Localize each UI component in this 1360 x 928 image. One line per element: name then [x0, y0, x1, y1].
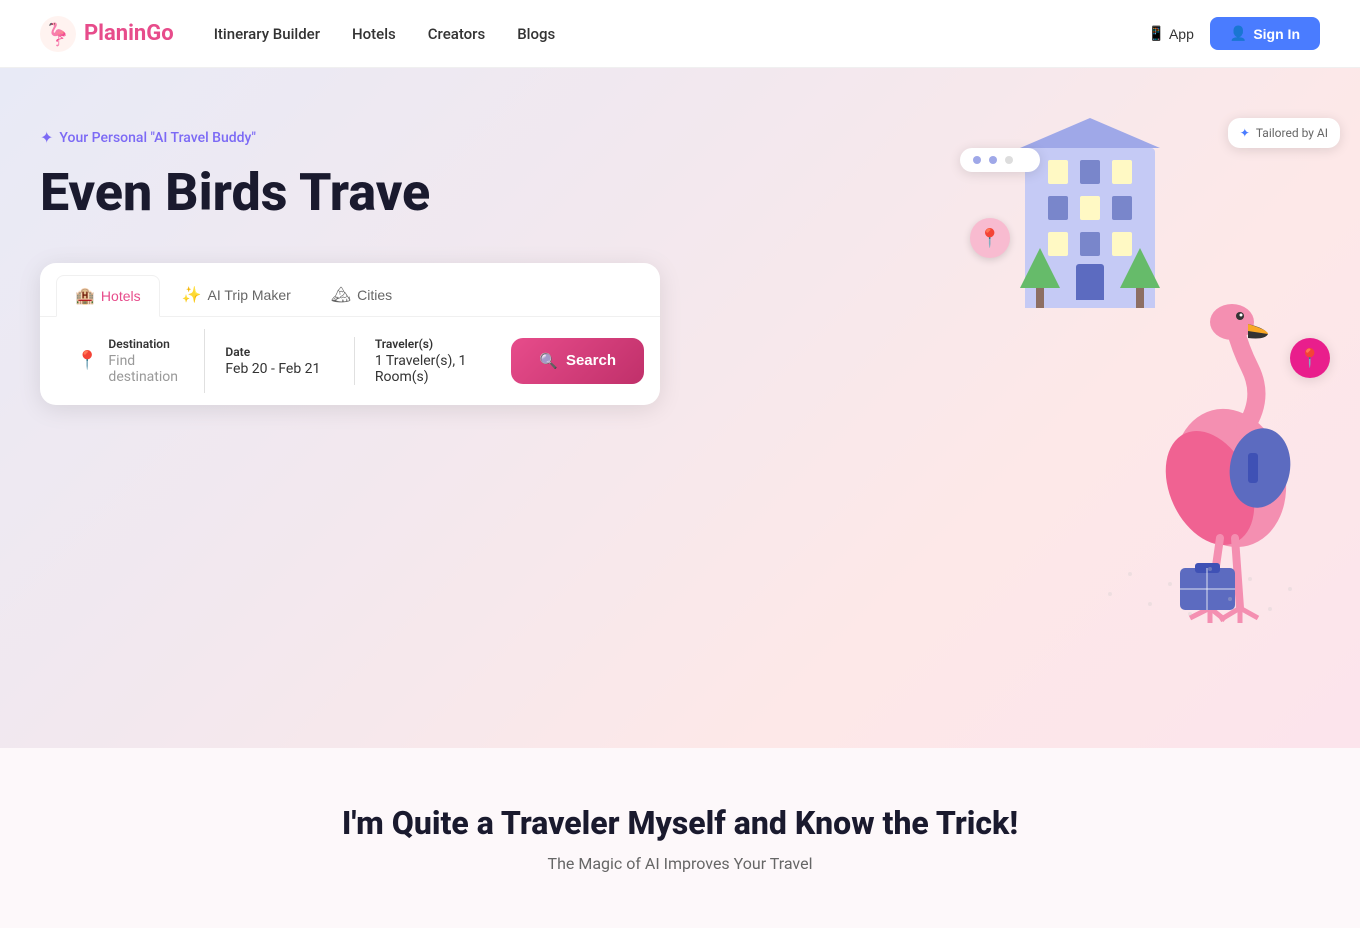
tab-hotels[interactable]: 🏨 Hotels: [56, 275, 160, 317]
hero-badge: ✦ Your Personal "AI Travel Buddy": [40, 128, 256, 147]
chat-dots-bubble: [960, 148, 1040, 172]
tab-cities[interactable]: 🏔 Cities: [313, 275, 410, 316]
nav-item-hotels[interactable]: Hotels: [352, 24, 396, 43]
phone-icon: 📱: [1148, 25, 1165, 42]
nav-item-itinerary[interactable]: Itinerary Builder: [214, 24, 320, 43]
app-button[interactable]: 📱 App: [1148, 25, 1194, 42]
search-fields: 📍 Destination Find destination Date Feb …: [40, 317, 660, 405]
hero-illustration: ✦ Tailored by AI 📍 📍: [960, 108, 1340, 668]
date-field[interactable]: Date Feb 20 - Feb 21: [205, 337, 354, 385]
search-tabs: 🏨 Hotels ✨ AI Trip Maker 🏔 Cities: [40, 263, 660, 317]
navbar-right: 📱 App 👤 Sign In: [1148, 17, 1320, 50]
nav-item-blogs[interactable]: Blogs: [517, 24, 555, 43]
user-icon: 👤: [1230, 25, 1247, 42]
tab-ai-trip[interactable]: ✨ AI Trip Maker: [164, 275, 309, 316]
logo-text: PlaninGo: [84, 21, 174, 46]
svg-text:🦩: 🦩: [44, 22, 71, 48]
destination-field[interactable]: 📍 Destination Find destination: [56, 329, 205, 393]
navbar-left: 🦩 PlaninGo Itinerary Builder Hotels Crea…: [40, 16, 555, 52]
navbar: 🦩 PlaninGo Itinerary Builder Hotels Crea…: [0, 0, 1360, 68]
destination-value: Find destination: [108, 353, 184, 385]
logo[interactable]: 🦩 PlaninGo: [40, 16, 174, 52]
nav-item-creators[interactable]: Creators: [428, 24, 485, 43]
spark-icon: ✦: [40, 128, 53, 147]
travelers-value: 1 Traveler(s), 1 Room(s): [375, 353, 483, 385]
bottom-section: I'm Quite a Traveler Myself and Know the…: [0, 748, 1360, 928]
travelers-field[interactable]: Traveler(s) 1 Traveler(s), 1 Room(s): [355, 329, 503, 393]
location-pin-left: 📍: [970, 218, 1010, 258]
nav-links: Itinerary Builder Hotels Creators Blogs: [214, 24, 556, 43]
search-icon: 🔍: [539, 352, 558, 370]
bottom-title: I'm Quite a Traveler Myself and Know the…: [342, 804, 1018, 842]
building-roof: [1020, 118, 1160, 148]
search-card: 🏨 Hotels ✨ AI Trip Maker 🏔 Cities 📍 Dest…: [40, 263, 660, 405]
travelers-label: Traveler(s): [375, 337, 483, 351]
signin-button[interactable]: 👤 Sign In: [1210, 17, 1320, 50]
date-value: Feb 20 - Feb 21: [225, 361, 333, 377]
tailored-bubble: ✦ Tailored by AI: [1228, 118, 1340, 148]
hero-title: Even Birds Trave: [40, 163, 660, 223]
date-label: Date: [225, 345, 333, 359]
ai-icon: ✨: [182, 285, 202, 305]
destination-label: Destination: [108, 337, 184, 351]
ai-star-icon: ✦: [1240, 126, 1250, 140]
hero-section: ✦ Your Personal "AI Travel Buddy" Even B…: [0, 68, 1360, 748]
hotel-icon: 🏨: [75, 286, 95, 306]
logo-icon: 🦩: [40, 16, 76, 52]
bottom-subtitle: The Magic of AI Improves Your Travel: [548, 854, 813, 873]
map-dots: [1100, 554, 1300, 638]
mountain-icon: 🏔: [331, 285, 351, 305]
search-button[interactable]: 🔍 Search: [511, 338, 644, 384]
hero-content: ✦ Your Personal "AI Travel Buddy" Even B…: [40, 128, 660, 405]
pin-icon: 📍: [76, 350, 98, 371]
